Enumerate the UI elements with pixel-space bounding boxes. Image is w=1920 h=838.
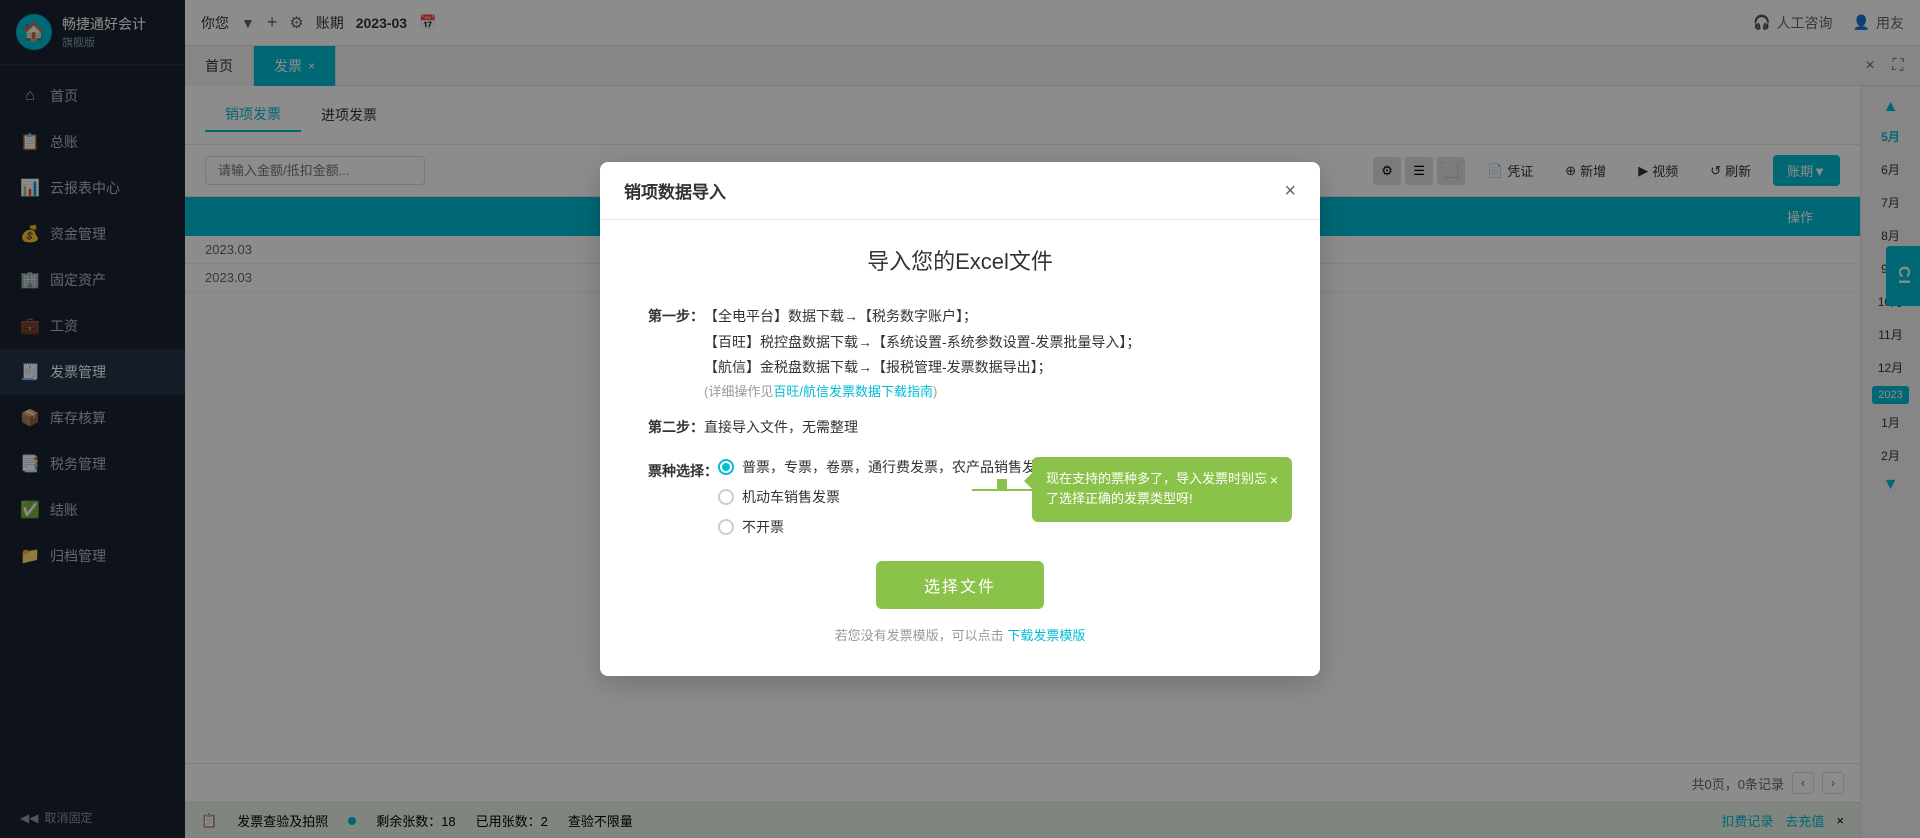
radio-label-2: 不开票 xyxy=(742,517,784,537)
dialog-header: 销项数据导入 × xyxy=(600,162,1320,220)
radio-circle-1 xyxy=(718,489,734,505)
step1-line2: 【百旺】税控盘数据下载→【系统设置-系统参数设置-发票批量导入】； xyxy=(704,330,1140,355)
guide-link[interactable]: 百旺/航信发票数据下载指南 xyxy=(773,384,933,399)
step1-line3: 【航信】金税盘数据下载→【报税管理-发票数据导出】； xyxy=(704,355,1140,380)
radio-circle-2 xyxy=(718,519,734,535)
ticket-label: 票种选择： xyxy=(648,457,718,481)
template-hint: 若您没有发票模版，可以点击 下载发票模版 xyxy=(648,625,1272,644)
tooltip-connector xyxy=(972,479,1032,491)
select-file-button[interactable]: 选择文件 xyxy=(876,561,1044,609)
import-dialog: 销项数据导入 × 导入您的Excel文件 第一步： 【全电平台】数据下载→【税务… xyxy=(600,162,1320,675)
tooltip-dot xyxy=(997,479,1007,489)
modal-overlay: 销项数据导入 × 导入您的Excel文件 第一步： 【全电平台】数据下载→【税务… xyxy=(0,0,1920,838)
radio-circle-0 xyxy=(718,459,734,475)
template-hint-text: 若您没有发票模版，可以点击 xyxy=(835,628,1004,643)
step2-row: 第二步： 直接导入文件，无需整理 xyxy=(648,415,1272,440)
tooltip-close-button[interactable]: × xyxy=(1270,469,1278,491)
step1-label: 第一步： xyxy=(648,304,704,403)
tooltip-text: 现在支持的票种多了，导入发票时别忘了选择正确的发票类型呀! xyxy=(1046,471,1267,507)
radio-label-1: 机动车销售发票 xyxy=(742,487,840,507)
tooltip-container: × 现在支持的票种多了，导入发票时别忘了选择正确的发票类型呀! xyxy=(972,457,1292,523)
tooltip-bubble: × 现在支持的票种多了，导入发票时别忘了选择正确的发票类型呀! xyxy=(1032,457,1292,523)
radio-dot-0 xyxy=(722,463,730,471)
dialog-main-title: 导入您的Excel文件 xyxy=(648,244,1272,276)
step2-content: 直接导入文件，无需整理 xyxy=(704,415,858,440)
ticket-row: 票种选择： 普票，专票，卷票，通行费发票，农产品销售发票 机动车销售发票 xyxy=(648,457,1272,537)
dialog-close-button[interactable]: × xyxy=(1284,181,1296,201)
step1-content: 【全电平台】数据下载→【税务数字账户】； 【百旺】税控盘数据下载→【系统设置-系… xyxy=(704,304,1140,403)
dialog-body: 导入您的Excel文件 第一步： 【全电平台】数据下载→【税务数字账户】； 【百… xyxy=(600,220,1320,675)
step1-row: 第一步： 【全电平台】数据下载→【税务数字账户】； 【百旺】税控盘数据下载→【系… xyxy=(648,304,1272,403)
step1-line1: 【全电平台】数据下载→【税务数字账户】； xyxy=(704,304,1140,329)
tooltip-line xyxy=(972,489,1032,491)
step1-note: (详细操作见百旺/航信发票数据下载指南) xyxy=(704,380,1140,403)
download-template-link[interactable]: 下载发票模版 xyxy=(1007,628,1085,643)
step2-label: 第二步： xyxy=(648,415,704,440)
dialog-title: 销项数据导入 xyxy=(624,178,726,203)
